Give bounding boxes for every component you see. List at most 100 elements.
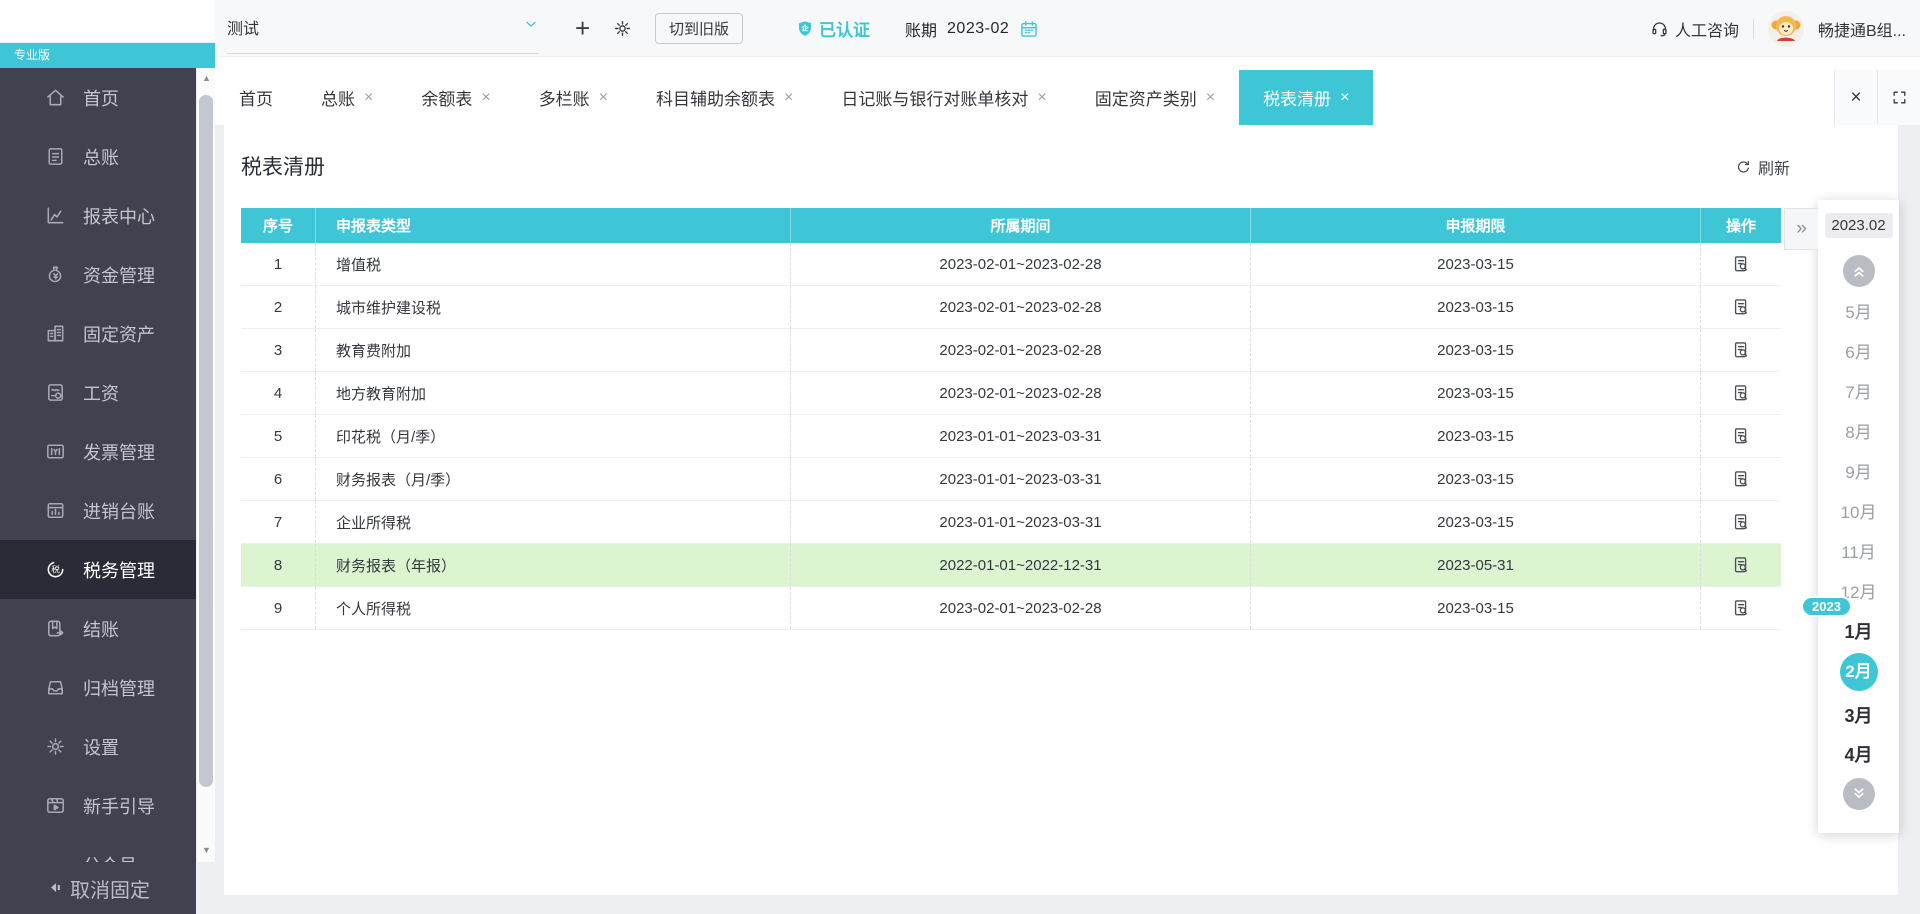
accounting-period[interactable]: 账期 2023-02 <box>905 0 1039 57</box>
table-row: 3 教育费附加 2023-02-01~2023-02-28 2023-03-15 <box>241 329 1781 372</box>
view-report-button[interactable] <box>1731 254 1751 274</box>
table-row: 7 企业所得税 2023-01-01~2023-03-31 2023-03-15 <box>241 501 1781 544</box>
month-5月[interactable]: 5月 <box>1841 299 1877 327</box>
tab-首页[interactable]: 首页 <box>215 70 297 125</box>
cell-no: 5 <box>241 415 316 457</box>
month-9月[interactable]: 9月 <box>1841 459 1877 487</box>
cell-period: 2023-01-01~2023-03-31 <box>791 415 1251 457</box>
settings-gear-icon[interactable] <box>612 0 633 57</box>
sidebar-item-home[interactable]: 首页 <box>0 68 196 127</box>
switch-old-version-button[interactable]: 切到旧版 <box>655 13 744 44</box>
sidebar-item-label: 新手引导 <box>83 796 155 817</box>
view-report-button[interactable] <box>1731 340 1751 360</box>
support-button[interactable]: 人工咨询 <box>1650 17 1739 41</box>
tax-forms-table: 序号 申报表类型 所属期间 申报期限 操作 1 增值税 2023-02-01~2023-02… <box>241 208 1781 630</box>
picker-scroll-up-button[interactable] <box>1842 255 1875 287</box>
tab-close-icon[interactable]: × <box>1340 89 1349 107</box>
sidebar-item-inventory[interactable]: 进销台账 <box>0 481 196 540</box>
view-report-button[interactable] <box>1731 512 1751 532</box>
close-all-tabs-button[interactable]: × <box>1834 70 1877 125</box>
cell-actions <box>1701 458 1781 500</box>
cell-period: 2023-02-01~2023-02-28 <box>791 243 1251 285</box>
sidebar-scrollbar[interactable]: ▲ ▼ <box>196 68 215 862</box>
tab-close-icon[interactable]: × <box>1206 89 1215 107</box>
sidebar-item-label: 税务管理 <box>83 560 155 581</box>
sidebar-item-reports[interactable]: 报表中心 <box>0 186 196 245</box>
tab-close-icon[interactable]: × <box>599 89 608 107</box>
brand-edition: 专业版 <box>14 48 51 62</box>
view-report-button[interactable] <box>1731 469 1751 489</box>
tab-日记账与银行对账单核对[interactable]: 日记账与银行对账单核对 × <box>817 70 1070 125</box>
tab-固定资产类别[interactable]: 固定资产类别 × <box>1071 70 1239 125</box>
tab-多栏账[interactable]: 多栏账 × <box>515 70 632 125</box>
sidebar-item-closing[interactable]: 结账 <box>0 599 196 658</box>
view-report-button[interactable] <box>1731 426 1751 446</box>
cell-no: 1 <box>241 243 316 285</box>
cell-period: 2023-02-01~2023-02-28 <box>791 329 1251 371</box>
view-report-button[interactable] <box>1731 598 1751 618</box>
tab-余额表[interactable]: 余额表 × <box>397 70 514 125</box>
tab-close-icon[interactable]: × <box>481 89 490 107</box>
certified-badge[interactable]: 企 已认证 <box>795 0 870 57</box>
cell-type: 企业所得税 <box>316 501 791 543</box>
month-4月[interactable]: 4月 <box>1844 741 1872 769</box>
cell-period: 2023-02-01~2023-02-28 <box>791 372 1251 414</box>
period-picker-panel: 2023.02 5月 6月 7月 8月 9月 10月 11月 12月 2023 1月 2月 3月 4… <box>1803 200 1899 833</box>
user-avatar[interactable] <box>1767 10 1804 47</box>
tax-icon: 税 <box>44 558 67 581</box>
sidebar-item-invoice[interactable]: 发票管理 <box>0 422 196 481</box>
scroll-down-arrow[interactable]: ▼ <box>197 842 216 858</box>
tab-科目辅助余额表[interactable]: 科目辅助余额表 × <box>632 70 817 125</box>
collapse-picker-button[interactable]: » <box>1784 208 1818 250</box>
account-set-selector[interactable]: 测试 <box>227 0 539 54</box>
month-7月[interactable]: 7月 <box>1841 379 1877 407</box>
tab-close-icon[interactable]: × <box>364 89 373 107</box>
double-chevron-up-icon <box>1853 267 1864 277</box>
sidebar-item-archive[interactable]: 归档管理 <box>0 658 196 717</box>
refresh-label: 刷新 <box>1757 161 1790 178</box>
refresh-button[interactable]: 刷新 <box>1735 155 1790 179</box>
tab-总账[interactable]: 总账 × <box>297 70 397 125</box>
fullscreen-button[interactable] <box>1877 70 1920 125</box>
user-name[interactable]: 畅捷通B组... <box>1818 17 1906 41</box>
tab-close-icon[interactable]: × <box>784 89 793 107</box>
tab-税表清册[interactable]: 税表清册 × <box>1239 70 1374 125</box>
view-report-button[interactable] <box>1731 297 1751 317</box>
month-6月[interactable]: 6月 <box>1841 339 1877 367</box>
cell-period: 2023-02-01~2023-02-28 <box>791 587 1251 629</box>
sidebar-item-label: 结账 <box>83 619 119 640</box>
year-badge: 2023 <box>1803 598 1850 615</box>
close-icon: × <box>1850 86 1862 108</box>
sidebar-item-tax[interactable]: 税 税务管理 <box>0 540 196 599</box>
sidebar-item-ledger[interactable]: 总账 <box>0 127 196 186</box>
view-report-button[interactable] <box>1731 555 1751 575</box>
add-account-set-button[interactable]: + <box>575 0 590 57</box>
month-11月[interactable]: 11月 <box>1841 539 1877 567</box>
picker-current-period[interactable]: 2023.02 <box>1824 213 1893 238</box>
month-8月[interactable]: 8月 <box>1841 419 1877 447</box>
cell-no: 9 <box>241 587 316 629</box>
unpin-sidebar-button[interactable]: 取消固定 <box>0 862 196 914</box>
sidebar-item-settings[interactable]: 设置 <box>0 717 196 776</box>
cell-no: 3 <box>241 329 316 371</box>
picker-scroll-down-button[interactable] <box>1842 778 1875 810</box>
inventory-icon <box>44 499 67 522</box>
month-2月-selected[interactable]: 2月 <box>1839 653 1878 691</box>
month-10月[interactable]: 10月 <box>1841 499 1877 527</box>
cell-deadline: 2023-03-15 <box>1251 415 1701 457</box>
period-label: 账期 <box>905 22 938 40</box>
sidebar-item-guide[interactable]: 新手引导 <box>0 776 196 835</box>
month-3月[interactable]: 3月 <box>1844 702 1872 730</box>
tab-close-icon[interactable]: × <box>1037 89 1046 107</box>
scrollbar-thumb[interactable] <box>199 95 213 787</box>
month-1月[interactable]: 1月 <box>1844 618 1872 646</box>
calendar-icon[interactable] <box>1019 19 1039 39</box>
sidebar-item-assets[interactable]: 固定资产 <box>0 304 196 363</box>
view-report-button[interactable] <box>1731 383 1751 403</box>
sidebar-item-funds[interactable]: 资金管理 <box>0 245 196 304</box>
tab-label: 科目辅助余额表 <box>656 90 776 109</box>
scroll-up-arrow[interactable]: ▲ <box>197 70 216 86</box>
cell-deadline: 2023-05-31 <box>1251 544 1701 586</box>
current-year-months: 2023 1月 2月 3月 4月 <box>1803 598 1899 769</box>
sidebar-item-salary[interactable]: 工资 <box>0 363 196 422</box>
